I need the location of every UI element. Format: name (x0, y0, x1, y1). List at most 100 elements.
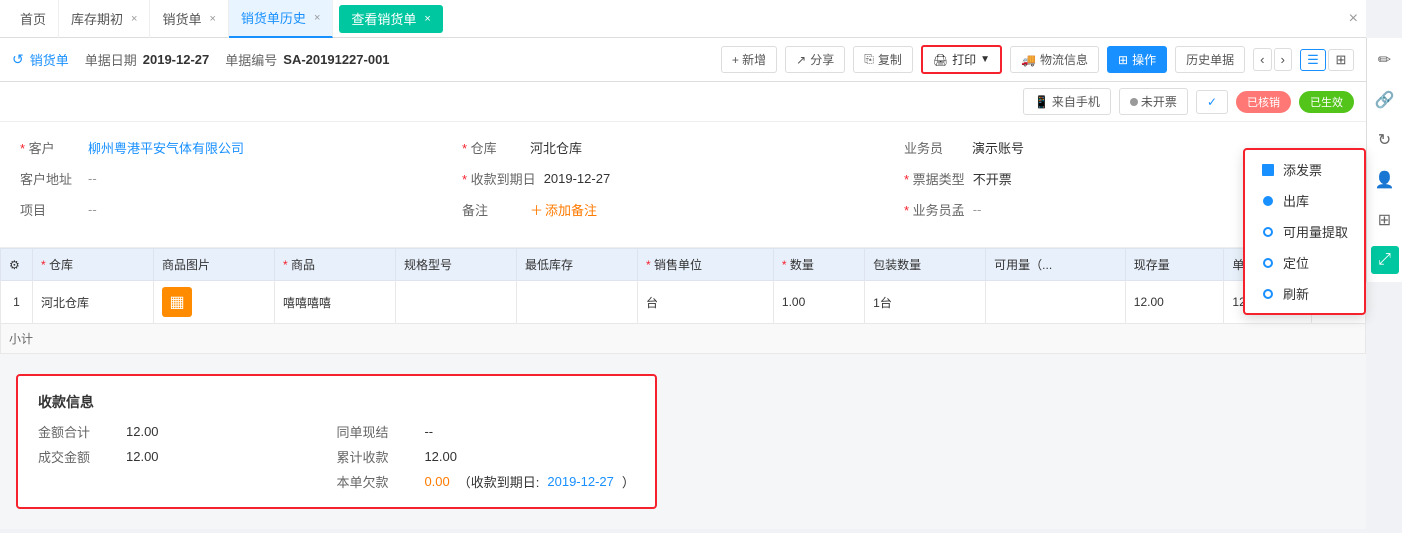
print-dropdown-icon: ▼ (980, 54, 990, 65)
share-button[interactable]: ↗ 分享 (785, 46, 845, 73)
status-sold-button[interactable]: 已核销 (1236, 91, 1291, 113)
print-button[interactable]: 🖨 打印 ▼ (921, 45, 1002, 74)
payment-transaction: 成交金额 12.00 (38, 447, 336, 466)
th-quantity: 数量 (773, 249, 864, 281)
data-table-wrap: ⚙ 仓库 商品图片 商品 规格型号 最低库存 销售单位 数量 包装数量 可用量（… (0, 248, 1366, 354)
grid-view-button[interactable]: ⊞ (1328, 49, 1354, 71)
cumulative-label: 累计收款 (336, 447, 416, 466)
add-note-label: 添加备注 (545, 200, 597, 219)
th-current-stock: 现存量 (1125, 249, 1224, 281)
owe-due-date: 2019-12-27 (547, 474, 614, 489)
not-open-button[interactable]: 未开票 (1119, 88, 1188, 115)
tab-bar: 首页 库存期初 × 销货单 × 销货单历史 × 查看销货单 × × (0, 0, 1366, 38)
customer-value[interactable]: 柳州粤港平安气体有限公司 (88, 138, 244, 157)
project-value: -- (88, 202, 97, 217)
share-icon: ↗ (796, 53, 806, 67)
th-min-stock: 最低库存 (517, 249, 638, 281)
tab-sales-history[interactable]: 销货单历史 × (229, 0, 333, 38)
from-phone-icon: 📱 (1034, 95, 1049, 109)
ticket-value: 不开票 (973, 169, 1012, 188)
next-button[interactable]: › (1274, 48, 1292, 71)
toolbar-row: 📱 来自手机 未开票 ✓ 已核销 已生效 (0, 82, 1366, 122)
payment-grid: 金额合计 12.00 同单现结 -- 成交金额 12.00 累计收款 12.00… (38, 422, 635, 491)
cell-available (986, 281, 1126, 324)
copy-button[interactable]: ⎘ 复制 (853, 46, 913, 73)
sidebar-user-icon[interactable]: 👤 (1371, 166, 1399, 194)
address-field: 客户地址 -- (20, 169, 462, 188)
main-close-button[interactable]: × (1349, 10, 1358, 28)
cell-min-stock (517, 281, 638, 324)
due-date-field: 收款到期日 2019-12-27 (462, 169, 904, 188)
transaction-value: 12.00 (126, 449, 159, 464)
copy-icon: ⎘ (864, 52, 874, 67)
dropdown-available-qty[interactable]: 可用量提取 (1245, 216, 1364, 247)
cell-current-stock: 12.00 (1125, 281, 1224, 324)
amount-total-label: 金额合计 (38, 422, 118, 441)
cell-spec (396, 281, 517, 324)
not-open-dot (1130, 98, 1138, 106)
owe-note: （收款到期日: (458, 472, 540, 491)
dropdown-refresh[interactable]: 刷新 (1245, 278, 1364, 309)
operate-button[interactable]: ⊞ 操作 (1107, 46, 1167, 73)
tab-home[interactable]: 首页 (8, 0, 59, 38)
document-header: ↺ 销货单 单据日期 2019-12-27 单据编号 SA-20191227-0… (0, 38, 1366, 82)
subtotal-row: 小计 (1, 324, 1366, 354)
status-effective-button[interactable]: 已生效 (1299, 91, 1354, 113)
cell-sales-unit: 台 (638, 281, 774, 324)
sidebar-expand-icon[interactable]: ⤢ (1371, 246, 1399, 274)
operate-icon: ⊞ (1118, 53, 1128, 67)
view-toggle: ☰ ⊞ (1300, 49, 1354, 71)
th-settings[interactable]: ⚙ (1, 249, 33, 281)
doc-number-meta: 单据编号 SA-20191227-001 (225, 50, 389, 69)
tab-sales-close[interactable]: × (209, 13, 215, 25)
bottom-area: 收款信息 金额合计 12.00 同单现结 -- 成交金额 12.00 累计收款 … (0, 354, 1366, 529)
sidebar-edit-icon[interactable]: ✏ (1371, 46, 1399, 74)
tab-view-sales[interactable]: 查看销货单 × (339, 5, 442, 33)
tab-inventory-close[interactable]: × (131, 13, 137, 25)
dropdown-add-invoice[interactable]: 添发票 (1245, 154, 1364, 185)
data-table: ⚙ 仓库 商品图片 商品 规格型号 最低库存 销售单位 数量 包装数量 可用量（… (0, 248, 1366, 354)
tab-history-close[interactable]: × (314, 12, 320, 24)
staff-label: 业务员 (904, 138, 964, 157)
due-date-label: 收款到期日 (462, 169, 536, 188)
th-spec: 规格型号 (396, 249, 517, 281)
from-phone-button[interactable]: 📱 来自手机 (1023, 88, 1111, 115)
locate-icon (1261, 256, 1275, 270)
tab-view-close[interactable]: × (424, 13, 430, 25)
prev-button[interactable]: ‹ (1253, 48, 1271, 71)
form-area: 客户 柳州粤港平安气体有限公司 仓库 河北仓库 业务员 演示账号 客户地址 --… (0, 122, 1366, 248)
logistics-button[interactable]: 🚚 物流信息 (1010, 46, 1099, 73)
table-header-row: ⚙ 仓库 商品图片 商品 规格型号 最低库存 销售单位 数量 包装数量 可用量（… (1, 249, 1366, 281)
logistics-icon: 🚚 (1021, 53, 1036, 67)
sales-staff-label: 业务员孟 (904, 200, 965, 219)
history-button[interactable]: 历史单据 (1175, 46, 1245, 73)
same-order-label: 同单现结 (336, 422, 416, 441)
sidebar-link-icon[interactable]: 🔗 (1371, 86, 1399, 114)
dropdown-out-stock[interactable]: 出库 (1245, 185, 1364, 216)
cell-product: 嘻嘻嘻嘻 (275, 281, 396, 324)
sidebar-table-icon[interactable]: ⊞ (1371, 206, 1399, 234)
th-product-img: 商品图片 (154, 249, 275, 281)
address-label: 客户地址 (20, 169, 80, 188)
tab-inventory-start[interactable]: 库存期初 × (59, 0, 150, 38)
refresh-icon (1261, 287, 1275, 301)
list-view-button[interactable]: ☰ (1300, 49, 1326, 71)
doc-title: ↺ 销货单 (12, 50, 69, 69)
right-sidebar: ✏ 🔗 ↻ 👤 ⊞ ⤢ (1366, 38, 1402, 282)
doc-type-icon: ↺ (12, 51, 24, 68)
cell-product-img: ▦ (154, 281, 275, 324)
check-icon-button[interactable]: ✓ (1196, 90, 1228, 114)
locate-label: 定位 (1283, 253, 1309, 272)
amount-total-value: 12.00 (126, 424, 159, 439)
list-view-icon: ☰ (1307, 52, 1319, 68)
project-field: 项目 -- (20, 200, 462, 219)
add-note-button[interactable]: ＋ 添加备注 (530, 200, 597, 219)
new-button[interactable]: + 新增 (721, 46, 777, 73)
dropdown-locate[interactable]: 定位 (1245, 247, 1364, 278)
sidebar-refresh-icon[interactable]: ↻ (1371, 126, 1399, 154)
doc-date-value: 2019-12-27 (143, 52, 210, 67)
th-sales-unit: 销售单位 (638, 249, 774, 281)
staff-value: 演示账号 (972, 138, 1024, 157)
note-field: 备注 ＋ 添加备注 (462, 200, 904, 219)
tab-sales-order[interactable]: 销货单 × (150, 0, 228, 38)
